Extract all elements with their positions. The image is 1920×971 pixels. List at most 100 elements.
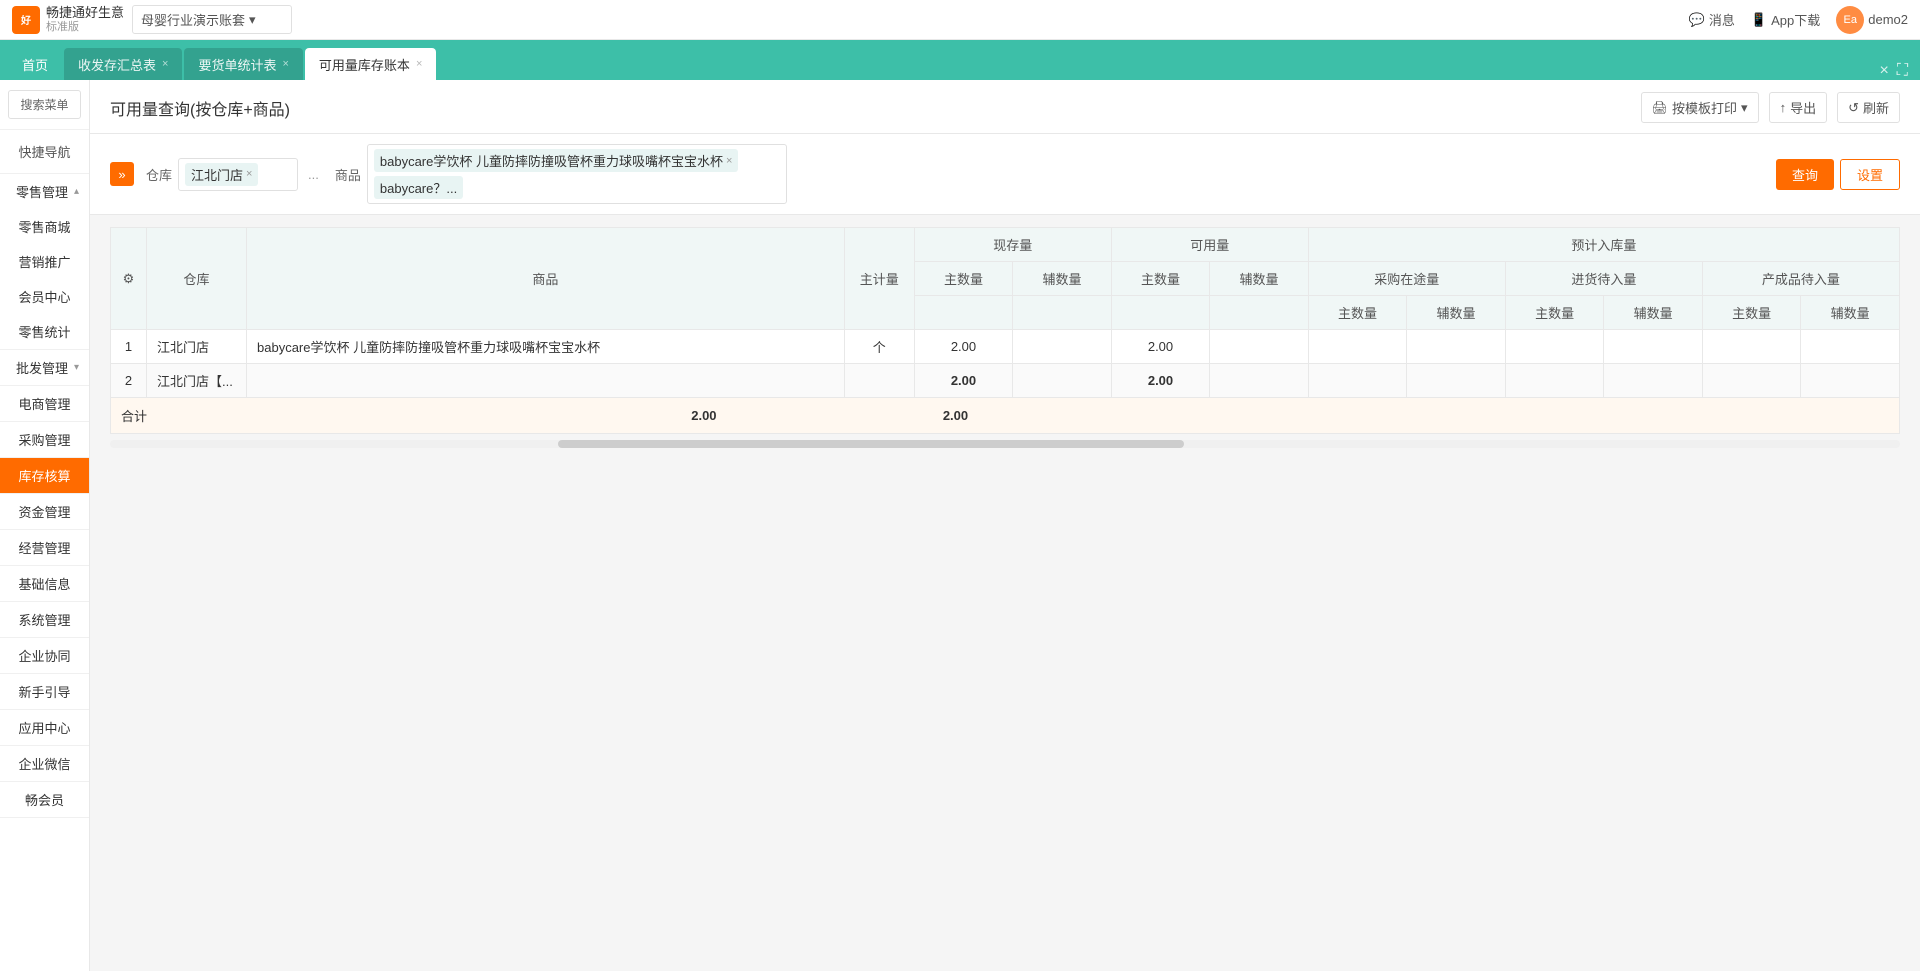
sidebar-member-label: 会员中心: [10, 287, 79, 306]
sidebar-item-ecommerce[interactable]: 电商管理: [0, 386, 89, 421]
sidebar-item-wholesale[interactable]: 批发管理 ▾: [0, 350, 89, 385]
top-bar-left: 好 畅捷通好生意 标准版 母婴行业演示账套 ▾: [12, 5, 292, 34]
th-avail-main: 主数量: [1111, 262, 1210, 296]
table-row: 1 江北门店 babycare学饮杯 儿童防摔防撞吸管杯重力球吸嘴杯宝宝水杯 个…: [111, 330, 1900, 364]
tab-order-stats[interactable]: 要货单统计表 ×: [184, 48, 302, 80]
th-available: 可用量: [1111, 228, 1308, 262]
message-label: 消息: [1709, 10, 1735, 29]
sidebar-apps-label: 应用中心: [10, 718, 79, 737]
tab-bar-actions: × ⛶: [1879, 62, 1920, 80]
sidebar-item-inventory[interactable]: 库存核算: [0, 458, 89, 493]
product-tag-1-close[interactable]: ×: [726, 155, 732, 167]
th-purchase-main: 主数量: [1308, 296, 1407, 330]
sidebar-wholesale-label: 批发管理: [10, 358, 74, 377]
industry-select[interactable]: 母婴行业演示账套 ▾: [132, 5, 292, 34]
tab-home[interactable]: 首页: [8, 48, 62, 80]
sidebar-item-purchase[interactable]: 采购管理: [0, 422, 89, 457]
download-btn[interactable]: 📱 App下载: [1751, 10, 1820, 29]
sidebar-item-enterprise[interactable]: 企业协同: [0, 638, 89, 673]
sidebar-item-retail-shop[interactable]: 零售商城: [0, 209, 89, 244]
sidebar-item-guide[interactable]: 新手引导: [0, 674, 89, 709]
row1-seq: 1: [111, 330, 147, 364]
page-title: 可用量查询(按仓库+商品): [110, 96, 290, 120]
sidebar-item-vip[interactable]: 畅会员: [0, 782, 89, 817]
row2-avail-main: 2.00: [1111, 364, 1210, 398]
th-purchase: 采购在途量: [1308, 262, 1505, 296]
row2-warehouse: 江北门店【...: [147, 364, 247, 398]
tab-expand-icon[interactable]: ⛶: [1897, 62, 1908, 80]
sidebar-retail-shop-label: 零售商城: [10, 217, 79, 236]
message-btn[interactable]: 💬 消息: [1689, 10, 1735, 29]
row1-purchase-main: [1308, 330, 1407, 364]
th-incoming-sub: 辅数量: [1604, 296, 1703, 330]
top-bar: 好 畅捷通好生意 标准版 母婴行业演示账套 ▾ 💬 消息 📱 App下载 Ea …: [0, 0, 1920, 40]
sidebar-item-system[interactable]: 系统管理: [0, 602, 89, 637]
th-unit: 主计量: [844, 228, 914, 330]
th-inbound-forecast: 预计入库量: [1308, 228, 1899, 262]
sidebar-item-retail[interactable]: 零售管理 ▴: [0, 174, 89, 209]
tab-available-stock[interactable]: 可用量库存账本 ×: [305, 48, 436, 80]
th-stock-main: 主数量: [914, 262, 1013, 296]
product-tag-2: babycare？...: [374, 176, 463, 199]
th-stock-main2: [914, 296, 1013, 330]
sidebar-item-member[interactable]: 会员中心: [0, 279, 89, 314]
sidebar-item-basic[interactable]: 基础信息: [0, 566, 89, 601]
footer-production-main: [1647, 408, 1773, 423]
industry-label: 母婴行业演示账套: [141, 10, 245, 29]
row2-production-sub: [1801, 364, 1900, 398]
th-gear[interactable]: ⚙: [111, 228, 147, 330]
scroll-bar[interactable]: [110, 440, 1900, 448]
sidebar-section-ecommerce: 电商管理: [0, 386, 89, 422]
tab-receipts[interactable]: 收发存汇总表 ×: [64, 48, 182, 80]
sidebar-item-marketing[interactable]: 营销推广: [0, 244, 89, 279]
sidebar-section-enterprise: 企业协同: [0, 638, 89, 674]
row1-avail-main: 2.00: [1111, 330, 1210, 364]
sidebar-basic-label: 基础信息: [10, 574, 79, 593]
page-header: 可用量查询(按仓库+商品) 🖨 按模板打印 ▾ ↑ 导出 ↺ 刷新: [90, 80, 1920, 134]
print-label: 按模板打印: [1672, 98, 1737, 117]
product-label: 商品: [335, 165, 361, 184]
user-area[interactable]: Ea demo2: [1836, 6, 1908, 34]
tab-order-stats-close[interactable]: ×: [282, 58, 288, 70]
search-menu-btn[interactable]: 搜索菜单: [8, 90, 81, 119]
product-tags[interactable]: babycare学饮杯 儿童防摔防撞吸管杯重力球吸嘴杯宝宝水杯 × babyca…: [367, 144, 787, 204]
sidebar-section-guide: 新手引导: [0, 674, 89, 710]
warehouse-tag: 江北门店 ×: [185, 163, 258, 186]
warehouse-tag-close[interactable]: ×: [246, 168, 252, 180]
product-tag-1-value: babycare学饮杯 儿童防摔防撞吸管杯重力球吸嘴杯宝宝水杯: [380, 151, 723, 170]
row2-stock-main: 2.00: [914, 364, 1013, 398]
table-row: 2 江北门店【... 2.00 2.00: [111, 364, 1900, 398]
th-production: 产成品待入量: [1702, 262, 1899, 296]
sidebar-section-operations: 经营管理: [0, 530, 89, 566]
tab-available-stock-close[interactable]: ×: [416, 58, 422, 70]
th-stock-sub: 辅数量: [1013, 262, 1112, 296]
settings-btn[interactable]: 设置: [1840, 159, 1900, 190]
sidebar-section-finance: 资金管理: [0, 494, 89, 530]
expand-btn[interactable]: »: [110, 162, 134, 186]
sidebar-item-apps[interactable]: 应用中心: [0, 710, 89, 745]
footer-avail-main: 2.00: [893, 408, 1019, 423]
sidebar-item-operations[interactable]: 经营管理: [0, 530, 89, 565]
sidebar-item-retail-stats[interactable]: 零售统计: [0, 314, 89, 349]
sidebar-system-label: 系统管理: [10, 610, 79, 629]
th-production-main: 主数量: [1702, 296, 1801, 330]
filter-actions: 查询 设置: [1776, 159, 1900, 190]
print-btn[interactable]: 🖨 按模板打印 ▾: [1641, 92, 1759, 123]
export-btn[interactable]: ↑ 导出: [1769, 92, 1828, 123]
footer-purchase-main: [1144, 408, 1270, 423]
footer-avail-sub: [1018, 408, 1144, 423]
tab-receipts-close[interactable]: ×: [162, 58, 168, 70]
sidebar-item-quick-nav[interactable]: 快捷导航: [0, 136, 89, 167]
tab-close-all-icon[interactable]: ×: [1879, 62, 1888, 80]
th-avail-sub2: [1210, 296, 1309, 330]
refresh-btn[interactable]: ↺ 刷新: [1837, 92, 1900, 123]
chevron-down-icon: ▾: [249, 12, 256, 28]
sidebar-item-wecom[interactable]: 企业微信: [0, 746, 89, 781]
sidebar-item-finance[interactable]: 资金管理: [0, 494, 89, 529]
sidebar-retail-stats-label: 零售统计: [10, 322, 79, 341]
warehouse-ellipsis[interactable]: ...: [304, 167, 323, 182]
sidebar-retail-label: 零售管理: [10, 182, 74, 201]
row1-stock-main: 2.00: [914, 330, 1013, 364]
query-btn[interactable]: 查询: [1776, 159, 1834, 190]
warehouse-tags[interactable]: 江北门店 ×: [178, 158, 298, 191]
